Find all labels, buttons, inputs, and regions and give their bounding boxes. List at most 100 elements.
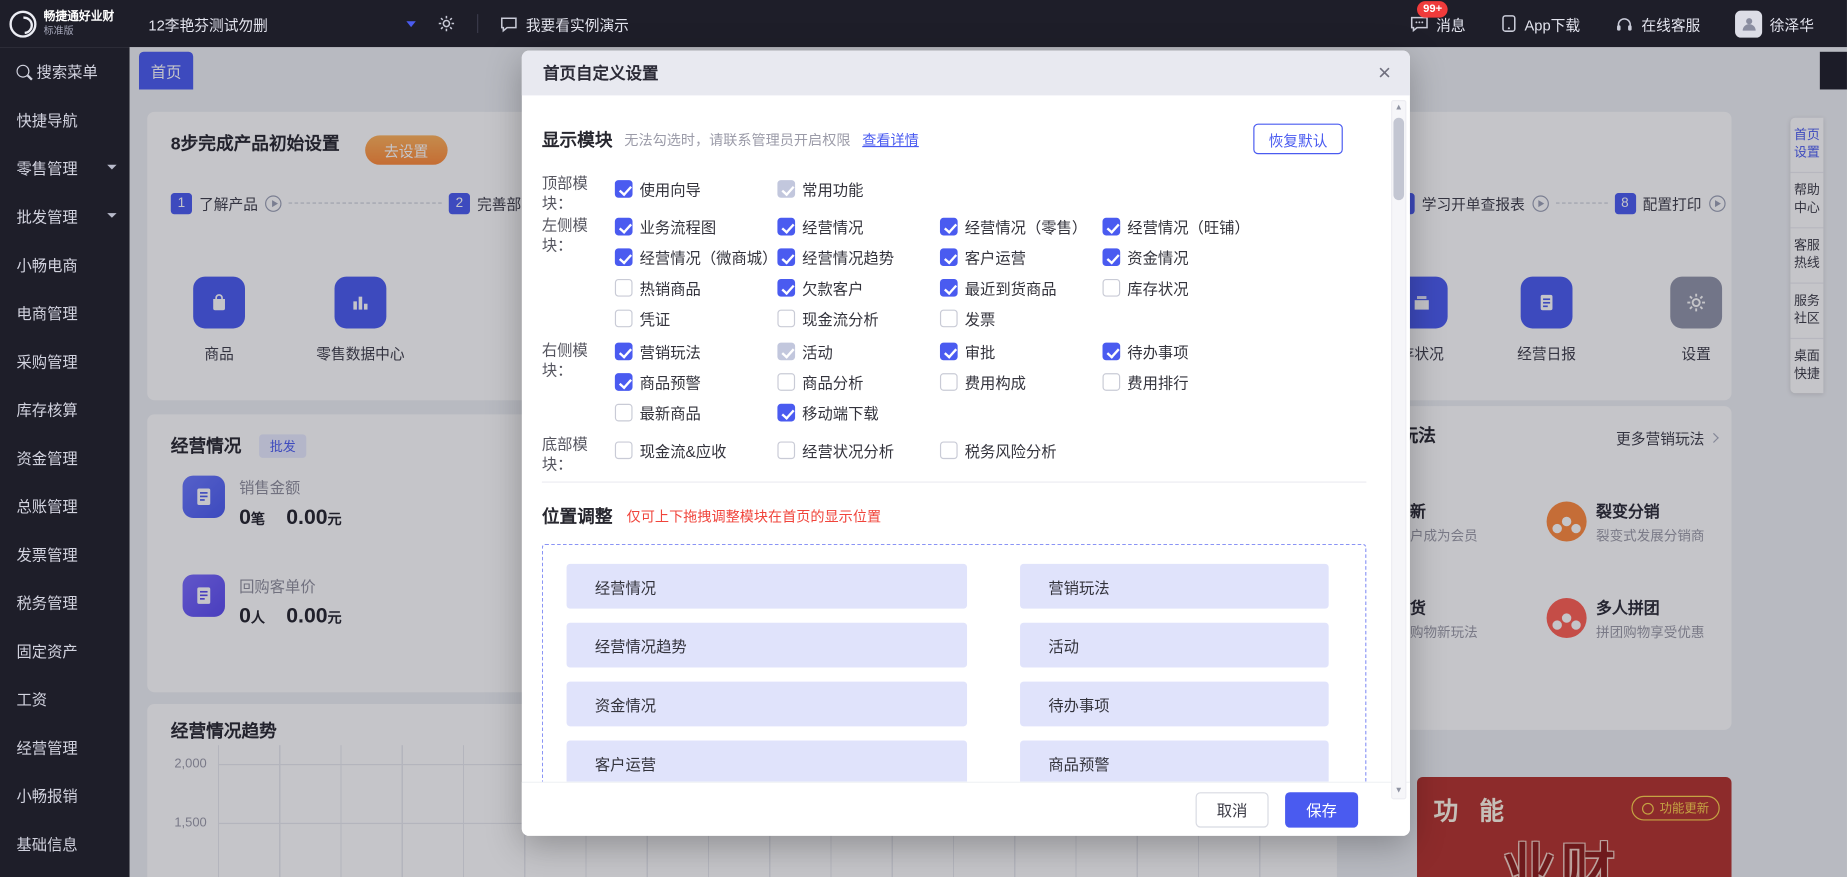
- module-option-label: 费用排行: [1127, 374, 1189, 393]
- module-option[interactable]: 发票: [939, 307, 1103, 329]
- module-option[interactable]: 商品预警: [614, 371, 778, 393]
- user-name: 徐泽华: [1769, 17, 1814, 34]
- drag-module[interactable]: 经营情况: [566, 563, 968, 609]
- module-option[interactable]: 移动端下载: [777, 401, 940, 423]
- module-option[interactable]: 活动: [777, 340, 940, 362]
- sidebar-item[interactable]: 小畅电商: [0, 240, 130, 288]
- save-button[interactable]: 保存: [1285, 791, 1359, 827]
- module-option[interactable]: 经营状况分析: [777, 434, 940, 466]
- module-option[interactable]: 待办事项: [1102, 340, 1266, 362]
- close-icon[interactable]: ×: [1378, 62, 1391, 84]
- module-option[interactable]: 经营情况（旺铺）: [1102, 215, 1266, 237]
- module-option[interactable]: 最近到货商品: [939, 277, 1103, 299]
- sidebar-item[interactable]: 发票管理: [0, 530, 130, 578]
- checkbox-icon: [1102, 342, 1121, 361]
- scrollbar-up-arrow[interactable]: ▲: [1395, 101, 1403, 115]
- module-option[interactable]: 常用功能: [777, 173, 940, 205]
- checkbox-icon: [614, 278, 633, 297]
- sidebar-item[interactable]: 采购管理: [0, 337, 130, 385]
- module-option[interactable]: 经营情况（微商城）: [614, 246, 777, 268]
- speech-bubble-icon: [501, 16, 518, 32]
- user-menu[interactable]: 徐泽华: [1735, 10, 1814, 38]
- sidebar-item-label: 小畅报销: [16, 787, 78, 806]
- module-option[interactable]: 现金流分析: [777, 307, 940, 329]
- restore-default-button[interactable]: 恢复默认: [1253, 123, 1343, 155]
- sidebar-item-label: 经营管理: [16, 739, 78, 757]
- drag-module[interactable]: 待办事项: [1020, 681, 1329, 727]
- view-details-link[interactable]: 查看详情: [862, 129, 919, 149]
- online-service-button[interactable]: 在线客服: [1615, 12, 1700, 34]
- search-icon: [16, 64, 30, 78]
- module-option[interactable]: 业务流程图: [614, 215, 778, 237]
- app-download-button[interactable]: App下载: [1501, 12, 1580, 34]
- logo-icon: [9, 10, 37, 38]
- messages-button[interactable]: 99+ 消息: [1410, 0, 1466, 34]
- drag-module[interactable]: 经营情况趋势: [566, 622, 968, 668]
- module-option-label: 商品分析: [802, 374, 864, 393]
- checkbox-icon: [614, 248, 633, 267]
- app-logo[interactable]: 畅捷通好业财 标准版: [0, 0, 130, 47]
- module-option[interactable]: 经营情况趋势: [777, 246, 940, 268]
- module-option[interactable]: 客户运营: [939, 246, 1103, 268]
- module-option[interactable]: 经营情况（零售）: [939, 215, 1103, 237]
- checkbox-icon: [939, 248, 958, 267]
- modal-footer: 取消 保存: [521, 781, 1410, 836]
- module-option[interactable]: 使用向导: [614, 173, 778, 205]
- demo-link[interactable]: 我要看实例演示: [500, 12, 629, 34]
- checkbox-icon: [614, 441, 633, 460]
- module-option[interactable]: 热销商品: [614, 277, 778, 299]
- sidebar-item[interactable]: 电商管理: [0, 288, 130, 336]
- sidebar-item-label: 批发管理: [16, 208, 78, 227]
- scrollbar-down-arrow[interactable]: ▼: [1395, 784, 1403, 798]
- scrollbar-thumb[interactable]: [1393, 117, 1405, 201]
- module-option[interactable]: 审批: [939, 340, 1103, 362]
- sidebar-item[interactable]: 固定资产: [0, 626, 130, 674]
- drag-module[interactable]: 活动: [1020, 622, 1329, 668]
- sidebar-item[interactable]: 批发管理: [0, 192, 130, 240]
- modal-scrollbar[interactable]: ▲ ▼: [1391, 100, 1407, 800]
- checkbox-icon: [777, 342, 796, 361]
- settings-gear-button[interactable]: [437, 14, 456, 33]
- module-option[interactable]: 资金情况: [1102, 246, 1266, 268]
- company-select[interactable]: 12李艳芬测试勿删: [148, 12, 417, 34]
- drag-module[interactable]: 客户运营: [566, 740, 968, 782]
- module-option[interactable]: 费用排行: [1102, 371, 1266, 393]
- sidebar-item[interactable]: 税务管理: [0, 578, 130, 626]
- sidebar-item[interactable]: 搜索菜单: [0, 47, 130, 95]
- sidebar-item[interactable]: 库存核算: [0, 385, 130, 433]
- module-option[interactable]: 费用构成: [939, 371, 1103, 393]
- module-option[interactable]: 凭证: [614, 307, 778, 329]
- module-option[interactable]: 欠款客户: [777, 277, 940, 299]
- checkbox-icon: [939, 278, 958, 297]
- sidebar-item[interactable]: 资金管理: [0, 433, 130, 481]
- sidebar-item[interactable]: 基础信息: [0, 819, 130, 867]
- checkbox-icon: [939, 342, 958, 361]
- sidebar-item[interactable]: 经营管理: [0, 723, 130, 771]
- app-screen: 畅捷通好业财 标准版 12李艳芬测试勿删 我要看实例演示 99+ 消息 App下…: [0, 0, 1847, 877]
- module-option[interactable]: 经营情况: [777, 215, 940, 237]
- position-adjust-heading: 位置调整: [541, 507, 613, 528]
- drag-module[interactable]: 商品预警: [1020, 740, 1329, 782]
- sidebar-item[interactable]: 总账管理: [0, 481, 130, 529]
- chevron-down-icon: [107, 213, 117, 218]
- checkbox-icon: [777, 248, 796, 267]
- module-option-label: 费用构成: [964, 374, 1026, 393]
- sidebar-item[interactable]: 工资: [0, 675, 130, 723]
- module-option[interactable]: 最新商品: [614, 401, 778, 423]
- checkbox-icon: [777, 180, 796, 198]
- module-option-label: 移动端下载: [802, 404, 879, 423]
- phone-icon: [1502, 15, 1516, 32]
- module-option[interactable]: 商品分析: [777, 371, 940, 393]
- module-option[interactable]: 营销玩法: [614, 340, 778, 362]
- sidebar-item[interactable]: 小畅报销: [0, 771, 130, 819]
- drag-module[interactable]: 资金情况: [566, 681, 968, 727]
- module-option[interactable]: 税务风险分析: [939, 434, 1103, 466]
- cancel-button[interactable]: 取消: [1195, 791, 1269, 827]
- module-option-label: 经营情况趋势: [802, 249, 895, 268]
- drag-module[interactable]: 营销玩法: [1020, 563, 1329, 609]
- module-option[interactable]: 库存状况: [1102, 277, 1266, 299]
- sidebar-item[interactable]: 零售管理: [0, 144, 130, 192]
- sidebar-item[interactable]: 快捷导航: [0, 95, 130, 143]
- display-modules-heading: 显示模块: [541, 130, 613, 151]
- module-option[interactable]: 现金流&应收: [614, 434, 778, 466]
